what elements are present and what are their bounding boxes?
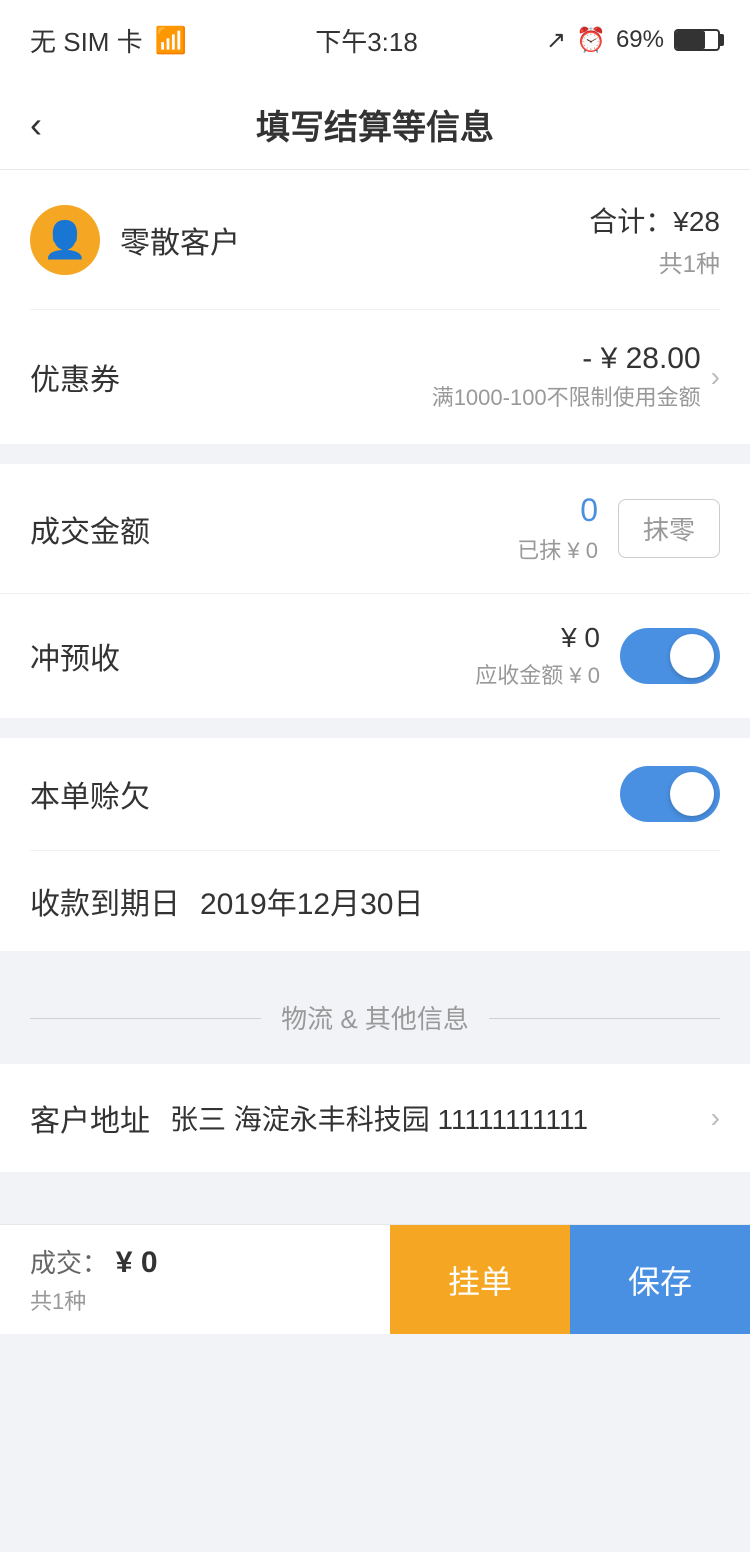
transaction-section: 成交金额 0 已抹 ¥ 0 抹零 冲预收 ¥ 0 应收金额 ¥ 0 — [0, 464, 750, 718]
coupon-amount: - ¥ 28.00 — [432, 342, 701, 376]
address-value: 张三 海淀永丰科技园 11111111111 — [170, 1098, 711, 1138]
customer-name: 零散客户 — [120, 218, 240, 262]
bottom-count: 共1种 — [30, 1284, 360, 1316]
address-row[interactable]: 客户地址 张三 海淀永丰科技园 11111111111 › — [0, 1064, 750, 1172]
due-date-row: 收款到期日 2019年12月30日 — [0, 851, 750, 951]
battery-fill — [676, 31, 705, 49]
bottom-info: 成交： ¥ 0 共1种 — [0, 1243, 390, 1316]
roundup-button[interactable]: 抹零 — [618, 499, 720, 558]
prepayment-label: 冲预收 — [30, 634, 120, 678]
logistics-section-label: 物流 & 其他信息 — [261, 999, 489, 1036]
bottom-deal-row: 成交： ¥ 0 — [30, 1243, 360, 1280]
prepayment-right: ¥ 0 应收金额 ¥ 0 — [475, 622, 720, 690]
bottom-bar: 成交： ¥ 0 共1种 挂单 保存 — [0, 1224, 750, 1334]
coupon-row[interactable]: 优惠券 - ¥ 28.00 满1000-100不限制使用金额 › — [0, 310, 750, 444]
debt-label: 本单赊欠 — [30, 772, 150, 816]
coupon-right-inner: - ¥ 28.00 满1000-100不限制使用金额 — [432, 342, 701, 412]
total-amount: 合计：¥28 — [589, 200, 720, 240]
bottom-deal-label: 成交： — [30, 1248, 108, 1278]
back-button[interactable]: ‹ — [30, 104, 42, 146]
customer-section: 👤 零散客户 合计：¥28 共1种 优惠券 - ¥ 28.00 满1000-10… — [0, 170, 750, 444]
logistics-section-label-row: 物流 & 其他信息 — [0, 971, 750, 1064]
carrier-text: 无 SIM 卡 — [30, 22, 143, 59]
due-date-label: 收款到期日 — [30, 879, 180, 923]
avatar-icon: 👤 — [43, 219, 88, 261]
total-count: 共1种 — [589, 244, 720, 279]
wifi-icon: 📶 — [155, 25, 187, 56]
prepayment-row: 冲预收 ¥ 0 应收金额 ¥ 0 — [0, 594, 750, 718]
transaction-amount-row: 成交金额 0 已抹 ¥ 0 抹零 — [0, 464, 750, 594]
address-section: 客户地址 张三 海淀永丰科技园 11111111111 › — [0, 1064, 750, 1172]
bottom-actions: 挂单 保存 — [390, 1225, 750, 1334]
status-right: ↗ ⏰ 69% — [546, 26, 720, 55]
transaction-amount-right: 0 已抹 ¥ 0 抹零 — [517, 492, 720, 565]
coupon-description: 满1000-100不限制使用金额 — [432, 380, 701, 412]
bottom-deal-amount: ¥ 0 — [116, 1246, 158, 1279]
battery-percent: 69% — [616, 26, 664, 54]
prepayment-toggle[interactable] — [620, 628, 720, 684]
nav-bar: ‹ 填写结算等信息 — [0, 80, 750, 170]
page-title: 填写结算等信息 — [256, 100, 494, 149]
status-left: 无 SIM 卡 📶 — [30, 22, 187, 59]
toggle-knob — [670, 634, 714, 678]
status-time: 下午3:18 — [315, 22, 418, 59]
debt-section: 本单赊欠 收款到期日 2019年12月30日 — [0, 738, 750, 951]
avatar: 👤 — [30, 205, 100, 275]
prepayment-amount: ¥ 0 — [475, 622, 600, 654]
prepayment-sub: 应收金额 ¥ 0 — [475, 658, 600, 690]
location-icon: ↗ — [546, 26, 566, 55]
coupon-label: 优惠券 — [30, 355, 120, 399]
transaction-amount-value: 0 — [517, 492, 598, 529]
address-label: 客户地址 — [30, 1096, 150, 1140]
status-bar: 无 SIM 卡 📶 下午3:18 ↗ ⏰ 69% — [0, 0, 750, 80]
address-chevron-icon: › — [711, 1102, 720, 1134]
save-button[interactable]: 保存 — [570, 1225, 750, 1334]
customer-right: 合计：¥28 共1种 — [589, 200, 720, 279]
debt-toggle-knob — [670, 772, 714, 816]
transaction-amount-sub: 已抹 ¥ 0 — [517, 533, 598, 565]
coupon-right: - ¥ 28.00 满1000-100不限制使用金额 › — [432, 342, 720, 412]
chevron-right-icon: › — [711, 361, 720, 393]
debt-toggle[interactable] — [620, 766, 720, 822]
customer-row: 👤 零散客户 合计：¥28 共1种 — [0, 170, 750, 309]
customer-left: 👤 零散客户 — [30, 205, 240, 275]
hang-button[interactable]: 挂单 — [390, 1225, 570, 1334]
transaction-amount-label: 成交金额 — [30, 507, 150, 551]
due-date-value: 2019年12月30日 — [200, 879, 423, 923]
battery-bar — [674, 29, 720, 51]
alarm-icon: ⏰ — [576, 26, 606, 55]
bottom-spacer — [0, 1442, 750, 1552]
debt-row: 本单赊欠 — [0, 738, 750, 850]
